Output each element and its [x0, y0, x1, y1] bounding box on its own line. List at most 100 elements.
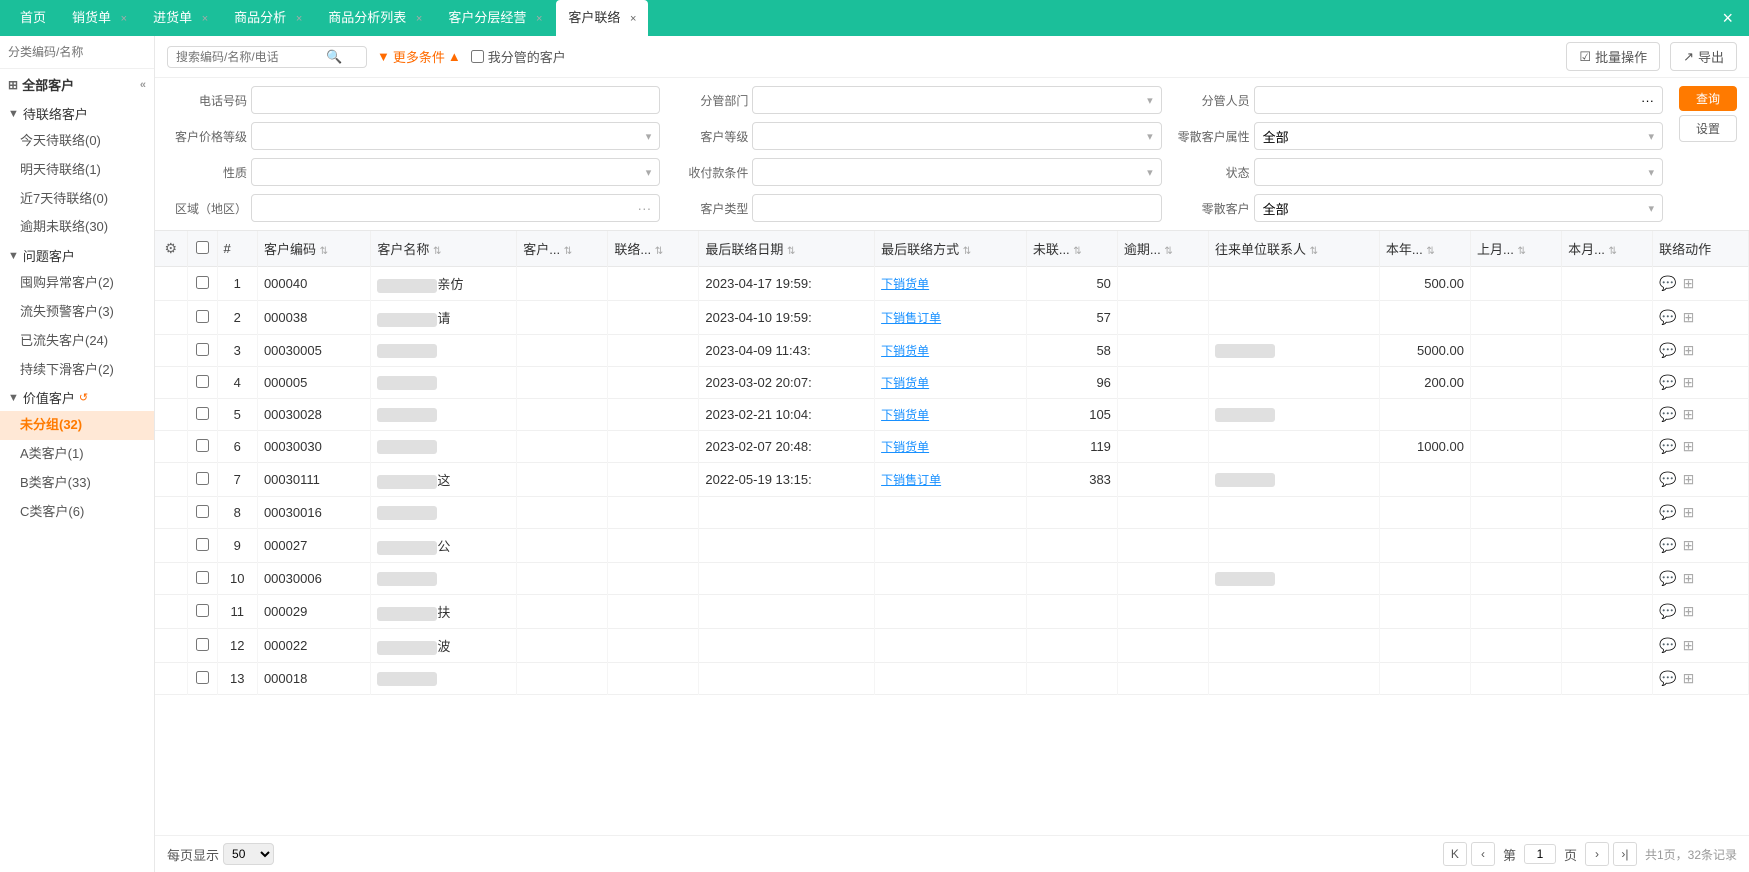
my-customers-checkbox[interactable] [471, 50, 484, 63]
filter-customer-type-select[interactable] [752, 194, 1161, 222]
sidebar-item-7days[interactable]: 近7天待联络(0) [0, 185, 154, 214]
reset-button[interactable]: 设置 [1679, 115, 1737, 142]
nav-analysis-list[interactable]: 商品分析列表 × [316, 0, 434, 36]
more-icon[interactable]: ··· [637, 200, 651, 216]
row-checkbox[interactable] [196, 407, 209, 420]
nav-home[interactable]: 首页 [8, 0, 58, 36]
sidebar-item-hoarding[interactable]: 囤购异常客户(2) [0, 269, 154, 298]
first-page-button[interactable]: K [1443, 842, 1467, 866]
message-icon[interactable]: 💬 [1659, 537, 1676, 554]
export-button[interactable]: ↗ 导出 [1670, 42, 1737, 71]
all-customers-header[interactable]: ⊞ 全部客户 « [0, 69, 154, 100]
grid-action-icon[interactable]: ⊞ [1683, 670, 1695, 687]
customer-type-input[interactable] [761, 201, 1152, 215]
group-problem-customers[interactable]: ▼ 问题客户 [0, 242, 154, 269]
filter-nature-select[interactable]: ▾ [251, 158, 660, 186]
close-icon[interactable]: × [630, 13, 636, 25]
page-size-dropdown[interactable]: 50 100 200 [223, 843, 274, 865]
grid-action-icon[interactable]: ⊞ [1683, 342, 1695, 359]
customer-grade-input[interactable] [761, 129, 1147, 143]
filter-retail-customer-select[interactable]: 全部 ▾ [1254, 194, 1663, 222]
group-pending-contact[interactable]: ▼ 待联络客户 [0, 100, 154, 127]
message-icon[interactable]: 💬 [1659, 471, 1676, 488]
last-page-button[interactable]: ›| [1613, 842, 1637, 866]
nav-customer-contact[interactable]: 客户联络 × [556, 0, 648, 36]
grid-action-icon[interactable]: ⊞ [1683, 275, 1695, 292]
grid-action-icon[interactable]: ⊞ [1683, 309, 1695, 326]
message-icon[interactable]: 💬 [1659, 670, 1676, 687]
page-number-input[interactable] [1524, 844, 1556, 864]
close-all-button[interactable]: × [1714, 8, 1741, 29]
row-checkbox[interactable] [196, 538, 209, 551]
next-page-button[interactable]: › [1585, 842, 1609, 866]
grid-action-icon[interactable]: ⊞ [1683, 603, 1695, 620]
phone-input[interactable] [260, 93, 651, 107]
grid-action-icon[interactable]: ⊞ [1683, 537, 1695, 554]
filter-price-grade-select[interactable]: ▾ [251, 122, 660, 150]
message-icon[interactable]: 💬 [1659, 309, 1676, 326]
row-checkbox[interactable] [196, 343, 209, 356]
prev-page-button[interactable]: ‹ [1471, 842, 1495, 866]
sidebar-search-input[interactable] [8, 45, 155, 59]
row-checkbox[interactable] [196, 439, 209, 452]
grid-action-icon[interactable]: ⊞ [1683, 471, 1695, 488]
nav-analysis[interactable]: 商品分析 × [222, 0, 314, 36]
more-icon[interactable]: ··· [1641, 93, 1654, 108]
filter-region-input[interactable]: ··· [251, 194, 660, 222]
grid-action-icon[interactable]: ⊞ [1683, 406, 1695, 423]
row-checkbox[interactable] [196, 571, 209, 584]
payment-input[interactable] [761, 165, 1147, 179]
message-icon[interactable]: 💬 [1659, 603, 1676, 620]
last-method-link[interactable]: 下销售订单 [881, 473, 941, 487]
nav-purchase[interactable]: 进货单 × [141, 0, 220, 36]
sidebar-item-class-b[interactable]: B类客户(33) [0, 469, 154, 498]
nav-customer-segment[interactable]: 客户分层经营 × [436, 0, 554, 36]
row-checkbox[interactable] [196, 310, 209, 323]
last-method-link[interactable]: 下销货单 [881, 277, 929, 291]
nature-input[interactable] [260, 165, 646, 179]
row-checkbox[interactable] [196, 375, 209, 388]
filter-retail-attr-select[interactable]: 全部 ▾ [1254, 122, 1663, 150]
more-filters-button[interactable]: ▼ 更多条件 ▲ [377, 47, 461, 66]
grid-action-icon[interactable]: ⊞ [1683, 438, 1695, 455]
grid-action-icon[interactable]: ⊞ [1683, 374, 1695, 391]
last-method-link[interactable]: 下销货单 [881, 440, 929, 454]
message-icon[interactable]: 💬 [1659, 342, 1676, 359]
message-icon[interactable]: 💬 [1659, 504, 1676, 521]
settings-icon[interactable]: ⚙ [164, 240, 177, 256]
sidebar-item-class-c[interactable]: C类客户(6) [0, 498, 154, 527]
filter-payment-select[interactable]: ▾ [752, 158, 1161, 186]
sidebar-item-today[interactable]: 今天待联络(0) [0, 127, 154, 156]
filter-manager-input[interactable]: ··· [1254, 86, 1663, 114]
message-icon[interactable]: 💬 [1659, 570, 1676, 587]
close-icon[interactable]: × [536, 13, 542, 25]
message-icon[interactable]: 💬 [1659, 438, 1676, 455]
row-checkbox[interactable] [196, 604, 209, 617]
status-input[interactable] [1263, 165, 1649, 179]
price-grade-input[interactable] [260, 129, 646, 143]
last-method-link[interactable]: 下销货单 [881, 344, 929, 358]
filter-dept-select[interactable]: ▾ [752, 86, 1161, 114]
region-input[interactable] [260, 201, 637, 215]
message-icon[interactable]: 💬 [1659, 374, 1676, 391]
last-method-link[interactable]: 下销货单 [881, 408, 929, 422]
sidebar-item-churn-warning[interactable]: 流失预警客户(3) [0, 298, 154, 327]
sidebar-item-overdue[interactable]: 逾期未联络(30) [0, 213, 154, 242]
search-icon[interactable]: 🔍 [326, 49, 342, 65]
last-method-link[interactable]: 下销货单 [881, 376, 929, 390]
sidebar-item-declining[interactable]: 持续下滑客户(2) [0, 356, 154, 385]
grid-action-icon[interactable]: ⊞ [1683, 637, 1695, 654]
select-all-checkbox[interactable] [196, 241, 209, 254]
sidebar-item-class-a[interactable]: A类客户(1) [0, 440, 154, 469]
row-checkbox[interactable] [196, 472, 209, 485]
dept-input[interactable] [761, 93, 1147, 107]
filter-status-select[interactable]: ▾ [1254, 158, 1663, 186]
grid-action-icon[interactable]: ⊞ [1683, 570, 1695, 587]
row-checkbox[interactable] [196, 638, 209, 651]
group-value-customers[interactable]: ▼ 价值客户 ↺ [0, 384, 154, 411]
manager-input[interactable] [1263, 93, 1641, 107]
close-icon[interactable]: × [202, 13, 208, 25]
nav-sales[interactable]: 销货单 × [60, 0, 139, 36]
message-icon[interactable]: 💬 [1659, 275, 1676, 292]
close-icon[interactable]: × [296, 13, 302, 25]
